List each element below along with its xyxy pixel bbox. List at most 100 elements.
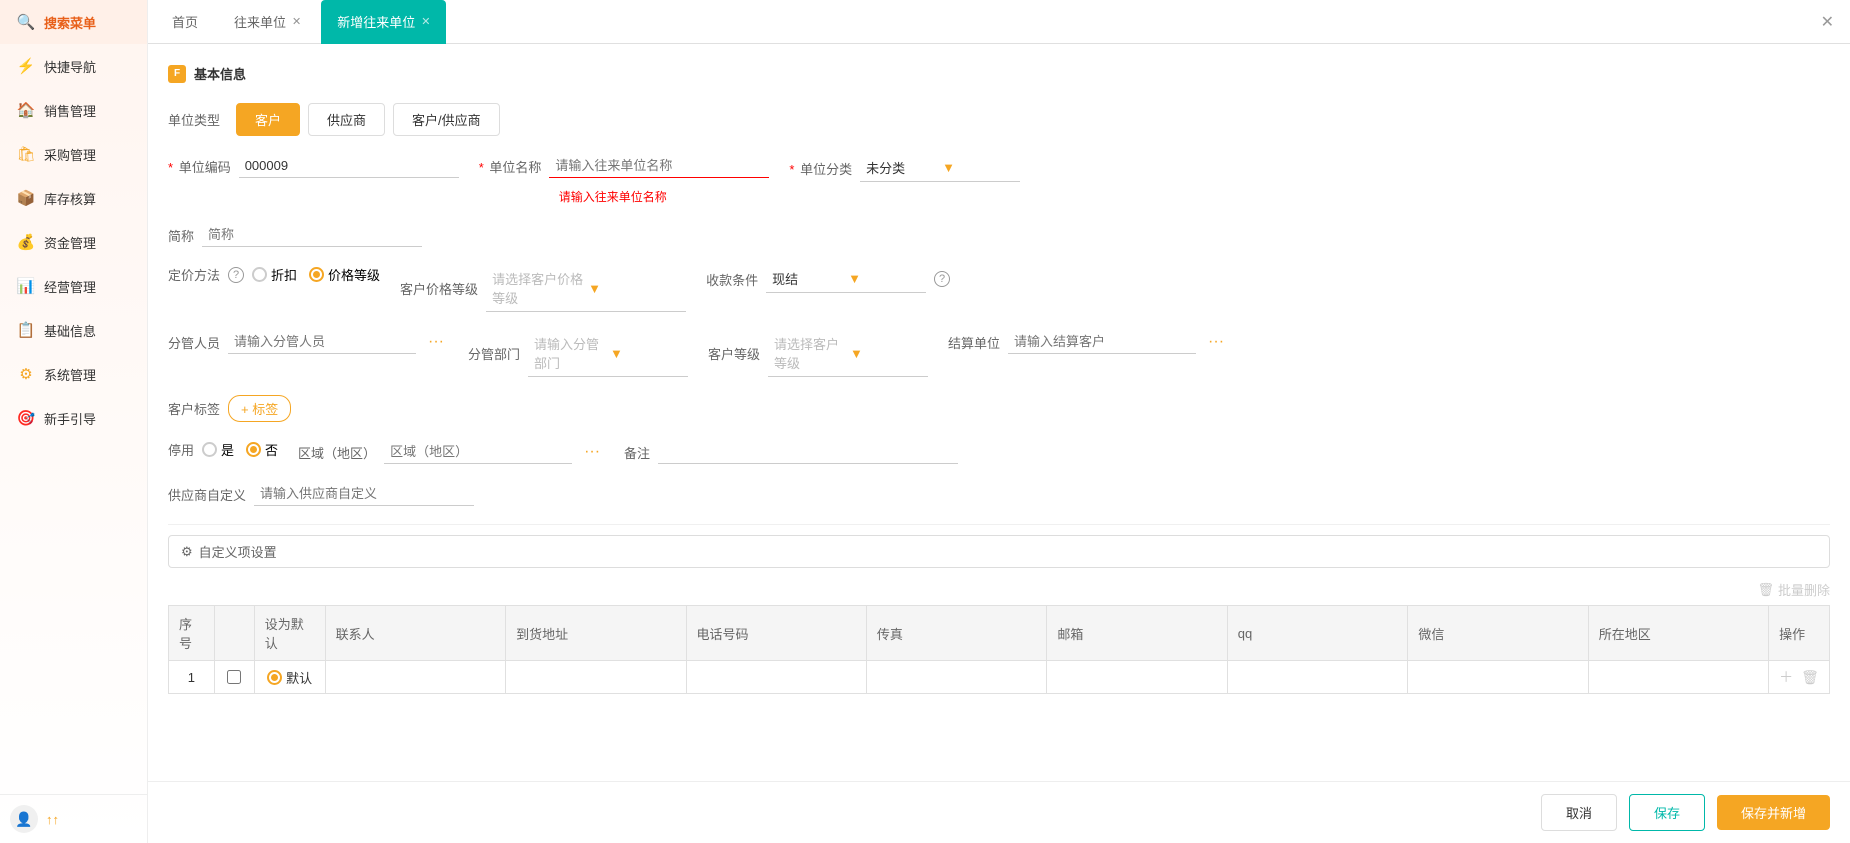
- cancel-button[interactable]: 取消: [1541, 794, 1617, 831]
- add-tag-btn[interactable]: + 标签: [228, 395, 291, 422]
- sidebar-item-purchase[interactable]: 🛍 采购管理: [0, 132, 147, 176]
- cell-address[interactable]: [506, 661, 686, 694]
- cell-contact[interactable]: [325, 661, 505, 694]
- sidebar-item-system[interactable]: ⚙ 系统管理: [0, 352, 147, 396]
- basic-info-icon: 📋: [16, 320, 36, 340]
- sidebar-item-basic-info[interactable]: 📋 基础信息: [0, 308, 147, 352]
- unit-type-customer[interactable]: 客户: [236, 103, 300, 136]
- pricing-discount-radio[interactable]: 折扣: [252, 265, 297, 284]
- cell-area[interactable]: [1588, 661, 1768, 694]
- disabled-no-radio[interactable]: 否: [246, 440, 278, 459]
- tab-partner[interactable]: 往来单位 ✕: [218, 0, 317, 44]
- disabled-yes-radio[interactable]: 是: [202, 440, 234, 459]
- form-row-3: 定价方法 ? 折扣 价格等级: [168, 265, 1830, 312]
- unit-category-select[interactable]: 未分类 ▼: [860, 154, 1020, 182]
- main-panel: 首页 往来单位 ✕ 新增往来单位 ✕ ✕ F 基本信息 单位类型 客户 供应商 …: [148, 0, 1850, 843]
- customer-price-level-select[interactable]: 请选择客户价格等级 ▼: [486, 265, 686, 312]
- settlement-unit-input[interactable]: [1008, 330, 1196, 354]
- sidebar-item-operations[interactable]: 📊 经营管理: [0, 264, 147, 308]
- form-row-1: * 单位编码 * 单位名称 请输入往来单位名称 * 单位分类: [168, 154, 1830, 205]
- remark-input[interactable]: [658, 440, 958, 464]
- manager-more-btn[interactable]: ···: [424, 333, 448, 351]
- window-close-icon[interactable]: ✕: [1813, 8, 1842, 36]
- short-name-label: 简称: [168, 226, 194, 245]
- fax-input[interactable]: [877, 670, 1036, 685]
- sidebar-item-inventory[interactable]: 📦 库存核算: [0, 176, 147, 220]
- field-region: 区域（地区） ···: [298, 440, 604, 464]
- department-select[interactable]: 请输入分管部门 ▼: [528, 330, 688, 377]
- contact-input[interactable]: [336, 670, 495, 685]
- tab-home[interactable]: 首页: [156, 0, 214, 44]
- col-contact: 联系人: [325, 606, 505, 661]
- area-input[interactable]: [1599, 670, 1758, 685]
- pricing-level-radio[interactable]: 价格等级: [309, 265, 380, 284]
- delete-row-icon[interactable]: 🗑: [1801, 669, 1819, 686]
- cell-fax[interactable]: [866, 661, 1046, 694]
- tab-new-partner[interactable]: 新增往来单位 ✕: [321, 0, 446, 44]
- qq-input[interactable]: [1238, 670, 1398, 685]
- field-disabled: 停用 是 否: [168, 440, 278, 459]
- email-input[interactable]: [1057, 670, 1216, 685]
- unit-code-input[interactable]: [239, 154, 459, 178]
- tab-bar: 首页 往来单位 ✕ 新增往来单位 ✕ ✕: [148, 0, 1850, 44]
- operations-icon: 📊: [16, 276, 36, 296]
- tab-partner-close[interactable]: ✕: [292, 15, 301, 28]
- cell-phone[interactable]: [686, 661, 866, 694]
- short-name-input[interactable]: [202, 223, 422, 247]
- upgrade-icon[interactable]: ↑↑: [46, 812, 59, 827]
- customer-level-arrow: ▼: [850, 346, 922, 361]
- field-unit-name: * 单位名称 请输入往来单位名称: [479, 154, 770, 205]
- region-more-btn[interactable]: ···: [580, 443, 604, 461]
- payment-terms-help-icon[interactable]: ?: [934, 271, 950, 287]
- cell-email[interactable]: [1047, 661, 1227, 694]
- pricing-level-radio-inner: [313, 271, 320, 278]
- region-input[interactable]: [384, 440, 572, 464]
- row-default-radio[interactable]: [267, 670, 282, 685]
- bulk-delete-label[interactable]: 批量删除: [1778, 580, 1830, 599]
- sidebar-item-finance[interactable]: 💰 资金管理: [0, 220, 147, 264]
- department-label: 分管部门: [468, 344, 520, 363]
- sales-icon: 🏠: [16, 100, 36, 120]
- col-qq: qq: [1227, 606, 1408, 661]
- col-default: 设为默认: [254, 606, 325, 661]
- cell-qq[interactable]: [1227, 661, 1408, 694]
- disabled-no-radio-inner: [250, 446, 257, 453]
- save-new-button[interactable]: 保存并新增: [1717, 795, 1830, 830]
- form-row-6: 停用 是 否 区域（地区）: [168, 440, 1830, 464]
- unit-name-input[interactable]: [549, 154, 769, 178]
- gear-icon: ⚙: [181, 544, 193, 560]
- customer-price-level-arrow: ▼: [588, 281, 680, 296]
- payment-terms-label: 收款条件: [706, 270, 758, 289]
- customer-level-select[interactable]: 请选择客户等级 ▼: [768, 330, 928, 377]
- address-input[interactable]: [516, 670, 675, 685]
- sidebar-item-guide[interactable]: 🎯 新手引导: [0, 396, 147, 440]
- phone-input[interactable]: [697, 670, 856, 685]
- unit-type-both[interactable]: 客户/供应商: [393, 103, 500, 136]
- supplier-custom-input[interactable]: [254, 482, 474, 506]
- unit-type-supplier[interactable]: 供应商: [308, 103, 385, 136]
- pricing-method-help-icon[interactable]: ?: [228, 267, 244, 283]
- search-icon: 🔍: [16, 12, 36, 32]
- user-avatar[interactable]: 👤: [10, 805, 38, 833]
- field-customer-tag: 客户标签 + 标签: [168, 395, 291, 422]
- manager-input[interactable]: [228, 330, 416, 354]
- sidebar-item-search[interactable]: 🔍 搜索菜单: [0, 0, 147, 44]
- save-button[interactable]: 保存: [1629, 794, 1705, 831]
- finance-icon: 💰: [16, 232, 36, 252]
- settlement-unit-more-btn[interactable]: ···: [1204, 333, 1228, 351]
- cell-wechat[interactable]: [1408, 661, 1588, 694]
- footer: 取消 保存 保存并新增: [148, 781, 1850, 843]
- sidebar-item-quick-nav[interactable]: ⚡ 快捷导航: [0, 44, 147, 88]
- field-manager: 分管人员 ···: [168, 330, 448, 354]
- bulk-delete-area: 🗑 批量删除: [168, 580, 1830, 599]
- form-content: F 基本信息 单位类型 客户 供应商 客户/供应商 * 单位编码 *: [148, 44, 1850, 781]
- sidebar-item-sales[interactable]: 🏠 销售管理: [0, 88, 147, 132]
- wechat-input[interactable]: [1418, 670, 1577, 685]
- form-row-5: 客户标签 + 标签: [168, 395, 1830, 422]
- custom-settings-btn[interactable]: ⚙ 自定义项设置: [168, 535, 1830, 568]
- payment-terms-select[interactable]: 现结 ▼: [766, 265, 926, 293]
- add-row-icon[interactable]: ＋: [1779, 667, 1793, 687]
- tab-new-partner-close[interactable]: ✕: [421, 15, 430, 28]
- row-checkbox[interactable]: [227, 670, 241, 684]
- row-actions: ＋ 🗑: [1779, 667, 1819, 687]
